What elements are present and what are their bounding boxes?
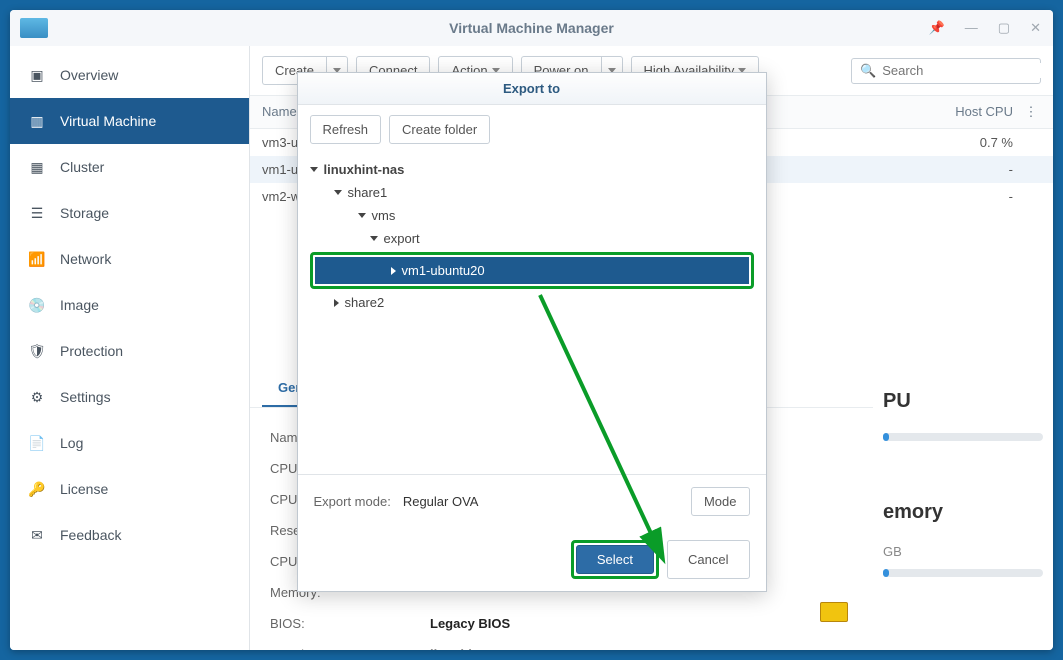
refresh-button[interactable]: Refresh <box>310 115 382 144</box>
memory-sub: GB <box>883 544 1043 559</box>
cpu-bar <box>883 433 1043 441</box>
sidebar-item-label: Log <box>60 435 83 451</box>
sidebar-item-overview[interactable]: ▣ Overview <box>10 52 249 98</box>
close-icon[interactable]: ✕ <box>1026 18 1045 38</box>
highlight-select-button: Select <box>571 540 659 579</box>
caret-open-icon <box>334 190 342 195</box>
sidebar-item-license[interactable]: 🔑 License <box>10 466 249 512</box>
protection-icon: 🛡 <box>26 342 48 360</box>
tree-label: export <box>384 231 420 246</box>
sidebar-item-cluster[interactable]: ▦ Cluster <box>10 144 249 190</box>
caret-closed-icon <box>391 267 396 275</box>
detail-value: Legacy BIOS <box>430 616 510 631</box>
sidebar-item-label: Image <box>60 297 99 313</box>
dialog-toolbar: Refresh Create folder <box>298 105 766 154</box>
sidebar-item-protection[interactable]: 🛡 Protection <box>10 328 249 374</box>
dialog-footer: Export mode: Regular OVA Mode <box>298 474 766 528</box>
license-icon: 🔑 <box>26 480 48 498</box>
col-cpu-header[interactable]: Host CPU <box>891 104 1021 120</box>
tree-node-share1[interactable]: share1 <box>310 181 754 204</box>
sidebar-item-label: Overview <box>60 67 118 83</box>
sidebar-item-label: License <box>60 481 108 497</box>
app-title: Virtual Machine Manager <box>449 20 614 36</box>
detail-value: linuxhint-nas <box>430 647 511 650</box>
sidebar-item-virtual-machine[interactable]: ▥ Virtual Machine <box>10 98 249 144</box>
titlebar: Virtual Machine Manager 📌 — ▢ ✕ <box>10 10 1053 46</box>
tree-node-selected[interactable]: vm1-ubuntu20 <box>315 257 749 284</box>
dialog-actions: Select Cancel <box>298 528 766 591</box>
bios-chip-icon <box>820 602 848 622</box>
maximize-icon[interactable]: ▢ <box>994 18 1014 38</box>
tree-node-export[interactable]: export <box>310 227 754 250</box>
tree-label: vm1-ubuntu20 <box>402 263 485 278</box>
search-icon: 🔍 <box>860 63 876 79</box>
sidebar-item-label: Network <box>60 251 111 267</box>
tree-node-vms[interactable]: vms <box>310 204 754 227</box>
memory-bar <box>883 569 1043 577</box>
col-menu-header[interactable]: ⋮ <box>1021 104 1041 120</box>
tree-label: share1 <box>348 185 388 200</box>
settings-icon: ⚙ <box>26 388 48 406</box>
sidebar-item-label: Feedback <box>60 527 121 543</box>
select-button[interactable]: Select <box>576 545 654 574</box>
network-icon: 📶 <box>26 250 48 268</box>
minimize-icon[interactable]: — <box>961 18 982 38</box>
caret-open-icon <box>370 236 378 241</box>
app-icon <box>20 18 48 38</box>
tree-label: vms <box>372 208 396 223</box>
search-box[interactable]: 🔍 <box>851 58 1041 84</box>
sidebar-item-settings[interactable]: ⚙ Settings <box>10 374 249 420</box>
sidebar-item-log[interactable]: 📄 Log <box>10 420 249 466</box>
sidebar: ▣ Overview ▥ Virtual Machine ▦ Cluster ☰ Sto… <box>10 46 250 650</box>
cell-cpu: - <box>891 189 1021 204</box>
create-folder-button[interactable]: Create folder <box>389 115 490 144</box>
sidebar-item-image[interactable]: 💿 Image <box>10 282 249 328</box>
search-input[interactable] <box>882 63 1053 78</box>
cancel-button[interactable]: Cancel <box>667 540 749 579</box>
sidebar-item-label: Virtual Machine <box>60 113 156 129</box>
cpu-section-title: PU <box>883 390 1043 413</box>
log-icon: 📄 <box>26 434 48 452</box>
cell-cpu: 0.7 % <box>891 135 1021 150</box>
sidebar-item-label: Settings <box>60 389 111 405</box>
tree-node-share2[interactable]: share2 <box>310 291 754 314</box>
folder-tree: linuxhint-nas share1 vms export vm1-ubun… <box>298 154 766 474</box>
sidebar-item-feedback[interactable]: ✉ Feedback <box>10 512 249 558</box>
caret-closed-icon <box>334 299 339 307</box>
image-icon: 💿 <box>26 296 48 314</box>
feedback-icon: ✉ <box>26 526 48 544</box>
dialog-title: Export to <box>298 73 766 105</box>
vm-icon: ▥ <box>26 112 48 130</box>
sidebar-item-network[interactable]: 📶 Network <box>10 236 249 282</box>
mode-button[interactable]: Mode <box>691 487 750 516</box>
sidebar-item-label: Storage <box>60 205 109 221</box>
caret-open-icon <box>310 167 318 172</box>
tree-label: linuxhint-nas <box>324 162 405 177</box>
caret-open-icon <box>358 213 366 218</box>
tree-label: share2 <box>345 295 385 310</box>
app-window: Virtual Machine Manager 📌 — ▢ ✕ ▣ Overvie… <box>10 10 1053 650</box>
cluster-icon: ▦ <box>26 158 48 176</box>
window-controls: 📌 — ▢ ✕ <box>925 18 1045 38</box>
overview-icon: ▣ <box>26 66 48 84</box>
export-mode-value: Regular OVA <box>403 494 479 509</box>
sidebar-item-storage[interactable]: ☰ Storage <box>10 190 249 236</box>
highlight-selected-node: vm1-ubuntu20 <box>310 252 754 289</box>
detail-label: Running Host: <box>270 647 430 650</box>
memory-section-title: emory <box>883 501 1043 524</box>
cell-cpu: - <box>891 162 1021 177</box>
sidebar-item-label: Cluster <box>60 159 104 175</box>
storage-icon: ☰ <box>26 204 48 222</box>
pin-icon[interactable]: 📌 <box>925 18 949 38</box>
export-mode-label: Export mode: <box>314 494 391 509</box>
tree-node-root[interactable]: linuxhint-nas <box>310 158 754 181</box>
right-panel: PU emory GB <box>873 210 1053 624</box>
sidebar-item-label: Protection <box>60 343 123 359</box>
export-dialog: Export to Refresh Create folder linuxhin… <box>297 72 767 592</box>
detail-label: BIOS: <box>270 616 430 631</box>
